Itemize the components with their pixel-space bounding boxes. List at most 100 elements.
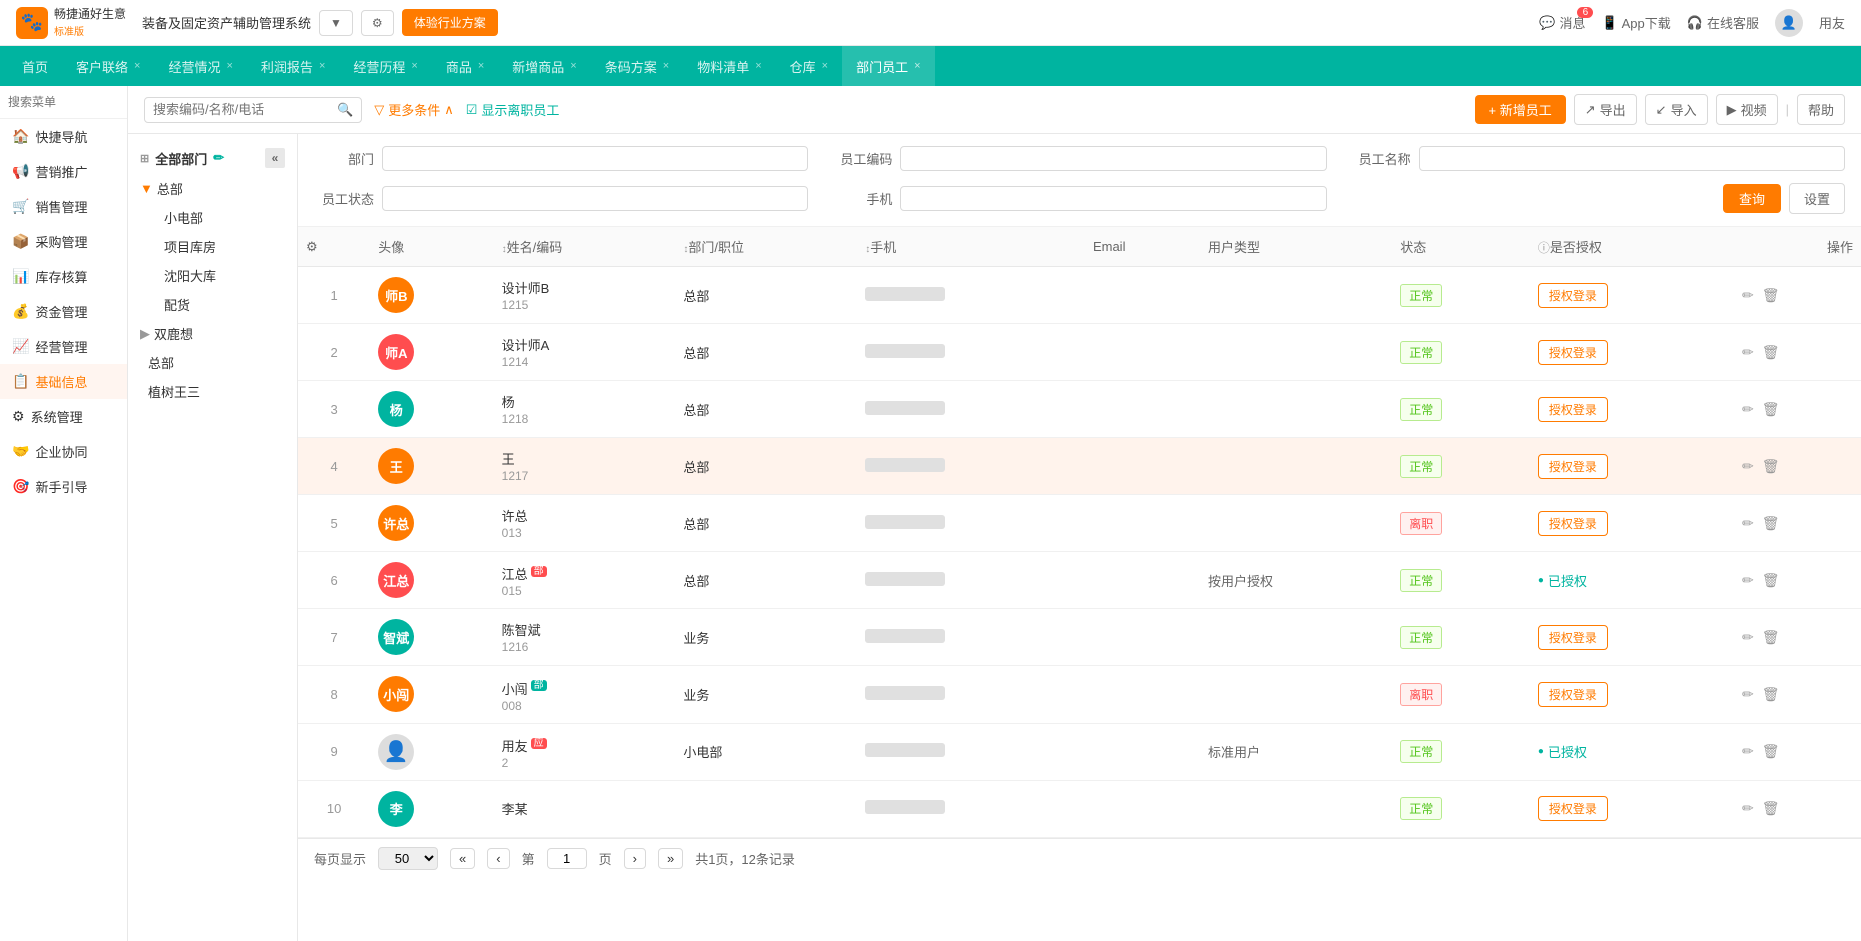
more-filters-btn[interactable]: ▽ 更多条件 ∧ (374, 100, 454, 119)
tab-operation[interactable]: 经营情况× (154, 46, 246, 86)
delete-icon[interactable]: 🗑 (1762, 800, 1780, 817)
dept-node-head2[interactable]: 总部 (128, 348, 297, 377)
tab-business-history[interactable]: 经营历程× (339, 46, 431, 86)
sidebar-item-management[interactable]: 📈 经营管理 (0, 329, 127, 364)
dept-filter-select[interactable] (382, 146, 808, 171)
sidebar-item-finance[interactable]: 💰 资金管理 (0, 294, 127, 329)
tab-profit-close[interactable]: × (319, 60, 325, 72)
sidebar-item-guide[interactable]: 🎯 新手引导 (0, 469, 127, 504)
delete-icon[interactable]: 🗑 (1762, 287, 1780, 304)
tab-dept-employee-close[interactable]: × (914, 60, 920, 72)
employee-status-filter-select[interactable] (382, 186, 808, 211)
sidebar-item-system[interactable]: ⚙ 系统管理 (0, 399, 127, 434)
video-btn[interactable]: ▶ 视频 (1716, 94, 1778, 125)
first-page-btn[interactable]: « (450, 848, 475, 869)
tab-dept-employee[interactable]: 部门员工× (842, 46, 934, 86)
tab-warehouse[interactable]: 仓库× (776, 46, 842, 86)
collapse-tree-btn[interactable]: « (265, 148, 285, 168)
auth-login-btn[interactable]: 授权登录 (1538, 682, 1608, 707)
dept-node-zhishu[interactable]: 植树王三 (128, 377, 297, 406)
delete-icon[interactable]: 🗑 (1762, 629, 1780, 646)
per-page-select[interactable]: 50 100 (378, 847, 438, 870)
export-btn[interactable]: ↗ 导出 (1574, 94, 1637, 125)
tab-home[interactable]: 首页 (8, 46, 62, 86)
tab-bom-close[interactable]: × (755, 60, 761, 72)
sidebar-item-basic-info[interactable]: 📋 基础信息 (0, 364, 127, 399)
edit-icon[interactable]: ✏ (1742, 287, 1754, 304)
auth-login-btn[interactable]: 授权登录 (1538, 397, 1608, 422)
delete-icon[interactable]: 🗑 (1762, 401, 1780, 418)
dept-node-head[interactable]: ▼ 总部 (128, 174, 297, 203)
settings-gear-btn[interactable]: ⚙ (361, 10, 394, 36)
col-dept[interactable]: 部门/职位 (675, 227, 857, 267)
employee-code-filter-input[interactable] (900, 146, 1326, 171)
tab-goods[interactable]: 商品× (432, 46, 498, 86)
sidebar-item-quick-nav[interactable]: 🏠 快捷导航 (0, 119, 127, 154)
help-btn[interactable]: 帮助 (1797, 94, 1845, 125)
dept-node-xiaodian[interactable]: 小电部 (144, 203, 297, 232)
employee-name-filter-input[interactable] (1419, 146, 1845, 171)
import-btn[interactable]: ↙ 导入 (1645, 94, 1708, 125)
dropdown-btn[interactable]: ▼ (319, 10, 353, 36)
app-download-area[interactable]: 📱 App下载 (1601, 13, 1670, 32)
delete-icon[interactable]: 🗑 (1762, 572, 1780, 589)
settings-filter-btn[interactable]: 设置 (1789, 183, 1845, 214)
auth-login-btn[interactable]: 授权登录 (1538, 625, 1608, 650)
dept-node-shuanglu[interactable]: ▶ 双鹿想 (128, 319, 297, 348)
online-service-area[interactable]: 🎧 在线客服 (1687, 13, 1759, 32)
edit-icon[interactable]: ✏ (1742, 458, 1754, 475)
sidebar-item-sales[interactable]: 🛒 销售管理 (0, 189, 127, 224)
tab-barcode-close[interactable]: × (663, 60, 669, 72)
delete-icon[interactable]: 🗑 (1762, 458, 1780, 475)
message-icon-area[interactable]: 💬 消息 6 (1539, 13, 1585, 32)
delete-icon[interactable]: 🗑 (1762, 515, 1780, 532)
query-btn[interactable]: 查询 (1723, 184, 1781, 213)
tab-warehouse-close[interactable]: × (822, 60, 828, 72)
sidebar-item-collab[interactable]: 🤝 企业协同 (0, 434, 127, 469)
auth-login-btn[interactable]: 授权登录 (1538, 454, 1608, 479)
phone-filter-input[interactable] (900, 186, 1326, 211)
tab-customer-close[interactable]: × (134, 60, 140, 72)
show-offline-checkbox[interactable]: ☑ 显示离职员工 (466, 100, 560, 119)
sidebar-item-inventory[interactable]: 📊 库存核算 (0, 259, 127, 294)
delete-icon[interactable]: 🗑 (1762, 686, 1780, 703)
tab-add-goods[interactable]: 新增商品× (498, 46, 590, 86)
edit-icon[interactable]: ✏ (1742, 629, 1754, 646)
dept-node-shenyang[interactable]: 沈阳大库 (144, 261, 297, 290)
edit-icon[interactable]: ✏ (1742, 344, 1754, 361)
tab-add-goods-close[interactable]: × (570, 60, 576, 72)
last-page-btn[interactable]: » (658, 848, 683, 869)
page-input[interactable] (547, 848, 587, 869)
edit-icon[interactable]: ✏ (1742, 743, 1754, 760)
col-name[interactable]: 姓名/编码 (494, 227, 676, 267)
edit-icon[interactable]: ✏ (1742, 800, 1754, 817)
tab-customer[interactable]: 客户联络× (62, 46, 154, 86)
auth-login-btn[interactable]: 授权登录 (1538, 511, 1608, 536)
tab-profit[interactable]: 利润报告× (247, 46, 339, 86)
edit-icon[interactable]: ✏ (1742, 572, 1754, 589)
edit-icon[interactable]: ✏ (1742, 686, 1754, 703)
search-input[interactable] (153, 102, 333, 117)
trial-btn[interactable]: 体验行业方案 (402, 9, 498, 36)
auth-login-btn[interactable]: 授权登录 (1538, 340, 1608, 365)
sidebar-item-marketing[interactable]: 📢 营销推广 (0, 154, 127, 189)
delete-icon[interactable]: 🗑 (1762, 344, 1780, 361)
edit-icon[interactable]: ✏ (1742, 401, 1754, 418)
tab-barcode[interactable]: 条码方案× (591, 46, 683, 86)
next-page-btn[interactable]: › (624, 848, 646, 869)
tab-goods-close[interactable]: × (478, 60, 484, 72)
dept-edit-icon[interactable]: ✏ (213, 150, 224, 166)
sidebar-item-purchase[interactable]: 📦 采购管理 (0, 224, 127, 259)
user-avatar[interactable]: 👤 (1775, 9, 1803, 37)
edit-icon[interactable]: ✏ (1742, 515, 1754, 532)
prev-page-btn[interactable]: ‹ (487, 848, 509, 869)
all-dept-label[interactable]: 全部部门 (155, 149, 207, 168)
tab-operation-close[interactable]: × (226, 60, 232, 72)
auth-login-btn[interactable]: 授权登录 (1538, 283, 1608, 308)
col-settings[interactable] (298, 227, 370, 267)
tab-bom[interactable]: 物料清单× (683, 46, 775, 86)
tab-business-history-close[interactable]: × (411, 60, 417, 72)
add-employee-btn[interactable]: + 新增员工 (1475, 95, 1566, 124)
col-phone[interactable]: 手机 (857, 227, 1085, 267)
delete-icon[interactable]: 🗑 (1762, 743, 1780, 760)
